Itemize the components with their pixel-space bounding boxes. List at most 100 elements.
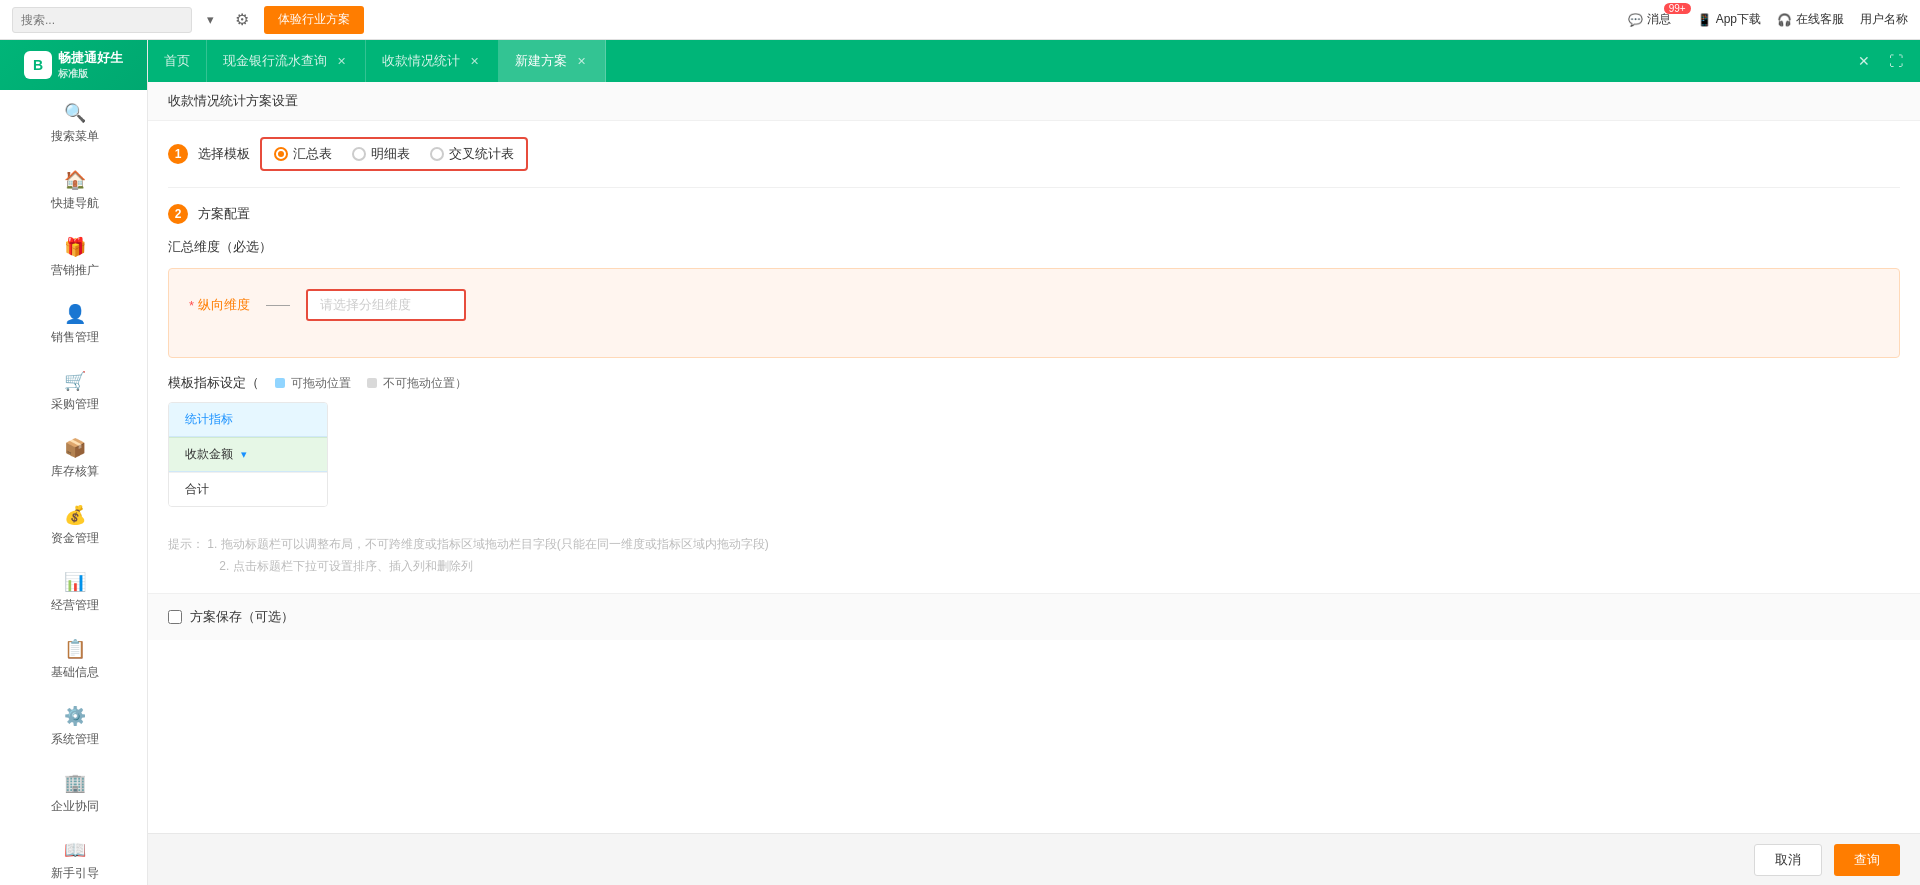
user-info[interactable]: 用户名称 (1860, 11, 1908, 28)
sidebar-logo: B 畅捷通好生 标准版 (0, 40, 147, 90)
sidebar-item-label: 搜索菜单 (51, 128, 99, 145)
step1-section: 1 选择模板 汇总表 明细表 (148, 121, 1920, 187)
tab-cash-flow[interactable]: 现金银行流水查询 ✕ (207, 40, 366, 82)
sidebar: B 畅捷通好生 标准版 🔍 搜索菜单 🏠 快捷导航 🎁 营销推广 👤 销售管理 … (0, 40, 148, 885)
template-detail-radio[interactable]: 明细表 (352, 145, 410, 163)
tab-receipt-stats-label: 收款情况统计 (382, 52, 460, 70)
template-cross-label: 交叉统计表 (449, 145, 514, 163)
radio-circle-cross (430, 147, 444, 161)
sidebar-item-label: 新手引导 (51, 865, 99, 882)
step1-label: 选择模板 (198, 145, 250, 163)
tab-new-plan-close[interactable]: ✕ (573, 53, 589, 69)
stats-group-label: 统计指标 (185, 411, 233, 428)
save-section: 方案保存（可选） (148, 593, 1920, 640)
non-draggable-badge: 不可拖动位置） (367, 375, 467, 392)
top-bar: ▾ ⚙ 体验行业方案 💬 99+ 消息 📱 App下载 🎧 在线客服 用户名称 (0, 0, 1920, 40)
draggable-dot-icon (275, 378, 285, 388)
save-label: 方案保存（可选） (190, 608, 294, 626)
purchase-icon: 🛒 (64, 370, 86, 392)
guide-icon: 📖 (64, 839, 86, 861)
tab-new-plan[interactable]: 新建方案 ✕ (499, 40, 606, 82)
sidebar-item-inventory[interactable]: 📦 库存核算 (0, 425, 147, 492)
sidebar-item-marketing[interactable]: 🎁 营销推广 (0, 224, 147, 291)
support-icon: 🎧 (1777, 13, 1792, 27)
sidebar-item-quick-nav[interactable]: 🏠 快捷导航 (0, 157, 147, 224)
online-support[interactable]: 🎧 在线客服 (1777, 11, 1844, 28)
save-checkbox[interactable] (168, 610, 182, 624)
template-summary-label: 汇总表 (293, 145, 332, 163)
page-footer: 取消 查询 (148, 833, 1920, 885)
app-download[interactable]: 📱 App下载 (1697, 11, 1761, 28)
step1-number: 1 (168, 144, 188, 164)
template-summary-radio[interactable]: 汇总表 (274, 145, 332, 163)
settings-gear-icon[interactable]: ⚙ (228, 6, 256, 34)
sidebar-item-system[interactable]: ⚙️ 系统管理 (0, 693, 147, 760)
cancel-button[interactable]: 取消 (1754, 844, 1822, 876)
enterprise-icon: 🏢 (64, 772, 86, 794)
template-detail-label: 明细表 (371, 145, 410, 163)
tab-receipt-stats[interactable]: 收款情况统计 ✕ (366, 40, 499, 82)
hint-section: 提示： 1. 拖动标题栏可以调整布局，不可跨维度或指标区域拖动栏目字段(只能在同… (148, 526, 1920, 593)
quick-nav-icon: 🏠 (64, 169, 86, 191)
tab-new-plan-label: 新建方案 (515, 52, 567, 70)
sidebar-item-label: 库存核算 (51, 463, 99, 480)
dimension-row-vertical: * 纵向维度 —— 请选择分组维度 (189, 289, 1879, 321)
metrics-col-header[interactable]: 收款金额 ▾ (169, 437, 327, 472)
logo-text: 畅捷通好生 标准版 (58, 49, 123, 81)
dimension-placeholder[interactable]: 请选择分组维度 (306, 289, 466, 321)
required-star: * (189, 298, 194, 313)
logo-icon: B (24, 51, 52, 79)
template-radio-group: 汇总表 明细表 交叉统计表 (260, 137, 528, 171)
metrics-total-cell: 合计 (169, 472, 327, 506)
download-label: App下载 (1716, 11, 1761, 28)
sidebar-item-operations[interactable]: 📊 经营管理 (0, 559, 147, 626)
chevron-down-icon[interactable]: ▾ (241, 448, 247, 461)
sidebar-item-label: 企业协同 (51, 798, 99, 815)
main-layout: B 畅捷通好生 标准版 🔍 搜索菜单 🏠 快捷导航 🎁 营销推广 👤 销售管理 … (0, 40, 1920, 885)
top-bar-right: 💬 99+ 消息 📱 App下载 🎧 在线客服 用户名称 (1628, 11, 1908, 28)
tab-cash-flow-close[interactable]: ✕ (333, 53, 349, 69)
sidebar-item-enterprise[interactable]: 🏢 企业协同 (0, 760, 147, 827)
radio-circle-summary (274, 147, 288, 161)
fullscreen-tab-action[interactable]: ⛶ (1880, 45, 1912, 77)
hint-1: 1. 拖动标题栏可以调整布局，不可跨维度或指标区域拖动栏目字段(只能在同一维度或… (207, 537, 768, 551)
template-cross-radio[interactable]: 交叉统计表 (430, 145, 514, 163)
query-button[interactable]: 查询 (1834, 844, 1900, 876)
page-content: 收款情况统计方案设置 1 选择模板 汇总表 (148, 82, 1920, 833)
hint-prefix-1: 提示： (168, 537, 207, 551)
page-inner: 收款情况统计方案设置 1 选择模板 汇总表 (148, 82, 1920, 833)
sidebar-item-label: 快捷导航 (51, 195, 99, 212)
sidebar-item-sales[interactable]: 👤 销售管理 (0, 291, 147, 358)
operations-icon: 📊 (64, 571, 86, 593)
sidebar-item-label: 系统管理 (51, 731, 99, 748)
tab-bar-actions: ✕ ⛶ (1848, 40, 1920, 82)
close-tab-action[interactable]: ✕ (1848, 45, 1880, 77)
industry-btn[interactable]: 体验行业方案 (264, 6, 364, 34)
step2-section: 2 方案配置 汇总维度（必选） * 纵向维度 —— (148, 188, 1920, 526)
sidebar-item-finance[interactable]: 💰 资金管理 (0, 492, 147, 559)
message-icon: 💬 (1628, 13, 1643, 27)
sidebar-item-guide[interactable]: 📖 新手引导 (0, 827, 147, 885)
step2-title-row: 2 方案配置 (168, 204, 1900, 224)
hint-2: 2. 点击标题栏下拉可设置排序、插入列和删除列 (219, 559, 472, 573)
sidebar-item-label: 资金管理 (51, 530, 99, 547)
search-input[interactable] (12, 7, 192, 33)
step1-title-row: 1 选择模板 汇总表 明细表 (168, 137, 1900, 171)
vertical-dim-label: * 纵向维度 (189, 296, 250, 314)
badge-count: 99+ (1664, 3, 1691, 14)
tab-home-label: 首页 (164, 52, 190, 70)
sidebar-item-label: 经营管理 (51, 597, 99, 614)
search-menu-icon: 🔍 (64, 102, 86, 124)
tab-receipt-stats-close[interactable]: ✕ (466, 53, 482, 69)
tab-home[interactable]: 首页 (148, 40, 207, 82)
non-draggable-dot-icon (367, 378, 377, 388)
page-title: 收款情况统计方案设置 (168, 93, 298, 108)
sidebar-item-search-menu[interactable]: 🔍 搜索菜单 (0, 90, 147, 157)
radio-circle-detail (352, 147, 366, 161)
stats-col-label: 收款金额 (185, 446, 233, 463)
messages-badge[interactable]: 💬 99+ 消息 (1628, 11, 1681, 28)
sidebar-item-basic-info[interactable]: 📋 基础信息 (0, 626, 147, 693)
search-dropdown-icon[interactable]: ▾ (200, 10, 220, 30)
basic-info-icon: 📋 (64, 638, 86, 660)
sidebar-item-purchase[interactable]: 🛒 采购管理 (0, 358, 147, 425)
